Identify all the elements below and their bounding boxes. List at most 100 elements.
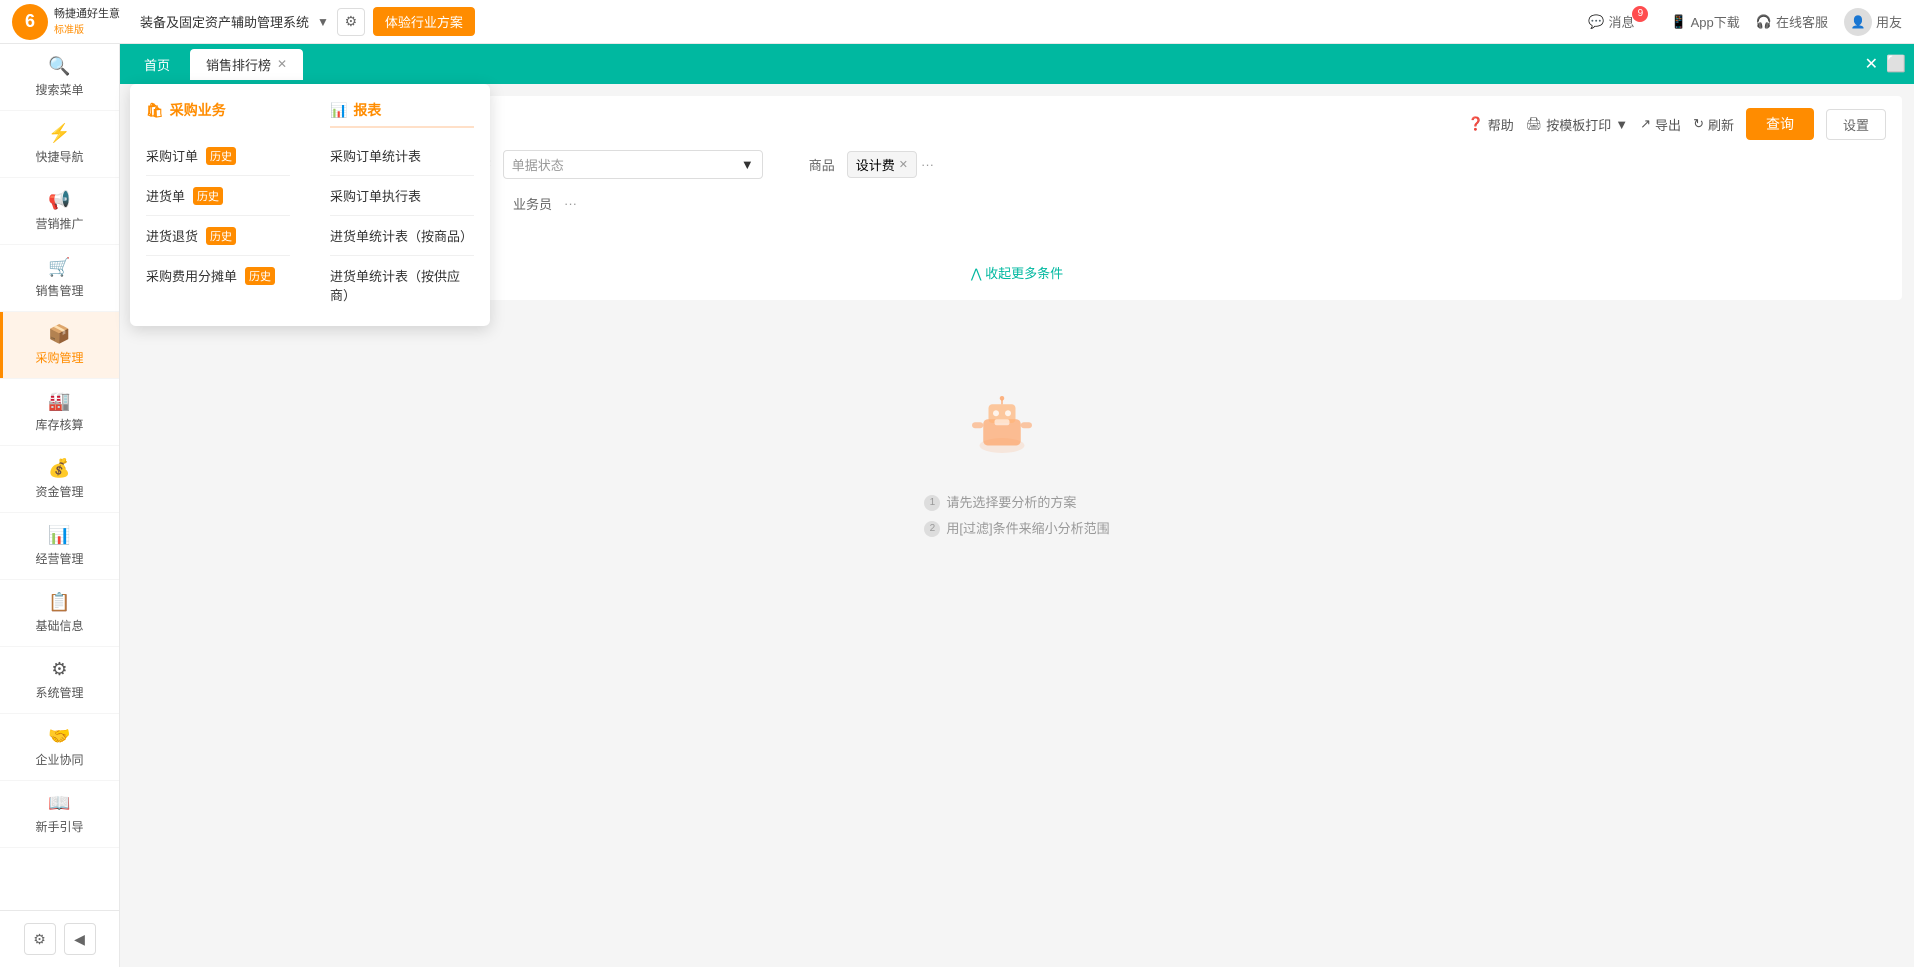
collapse-icon: ⋀ [971, 266, 982, 281]
help-btn[interactable]: ❓ 帮助 [1468, 115, 1514, 134]
app-download-item[interactable]: 📱 App下载 [1670, 12, 1739, 31]
system-title: 装备及固定资产辅助管理系统 [140, 12, 309, 31]
tab-expand-btn[interactable]: ⬜ [1886, 54, 1906, 74]
export-label: 导出 [1655, 115, 1681, 134]
message-icon: 💬 [1588, 14, 1604, 30]
menu-item-inbound-stats-goods-label: 进货单统计表（按商品） [330, 226, 473, 245]
toolbar-right: ❓ 帮助 🖨 按模板打印 ▼ ↗ 导出 ↻ [1468, 108, 1886, 140]
menu-item-inbound-stats-supplier[interactable]: 进货单统计表（按供应商） [330, 260, 474, 310]
sidebar-item-cooperation[interactable]: 🤝 企业协同 [0, 714, 119, 781]
user-item[interactable]: 👤 用友 [1844, 8, 1902, 36]
avatar: 👤 [1844, 8, 1872, 36]
status-placeholder: 单据状态 [512, 155, 737, 174]
menu-divider-1 [146, 215, 290, 216]
sidebar-label-sales: 销售管理 [35, 282, 83, 299]
export-icon: ↗ [1640, 116, 1651, 132]
refresh-label: 刷新 [1708, 115, 1734, 134]
purchase-icon: 📦 [48, 324, 70, 345]
menu-item-po-exec[interactable]: 采购订单执行表 [330, 180, 474, 211]
operation-icon: 📊 [48, 525, 70, 546]
dropdown-arrow-icon[interactable]: ▼ [317, 15, 329, 29]
goods-tag: 设计费 ✕ [847, 151, 917, 178]
purchase-menu-icon: 🛍 [146, 102, 164, 119]
goods-area: 设计费 ✕ ··· [847, 151, 1886, 178]
settings-bottom-btn[interactable]: ⚙ [24, 923, 56, 955]
user-label: 用友 [1876, 12, 1902, 31]
history-badge-3: 历史 [245, 267, 275, 285]
empty-hint-1: 1 请先选择要分析的方案 [924, 490, 1109, 516]
sidebar-item-system[interactable]: ⚙ 系统管理 [0, 647, 119, 714]
tab-home[interactable]: 首页 [128, 49, 186, 80]
print-label: 按模板打印 [1546, 115, 1611, 134]
menu-column-purchase-title: 🛍 采购业务 [146, 100, 290, 128]
gear-button[interactable]: ⚙ [337, 8, 365, 36]
help-label: 帮助 [1488, 115, 1514, 134]
hint-text-2: 用[过滤]条件来缩小分析范围 [946, 516, 1109, 542]
sidebar-item-purchase[interactable]: 📦 采购管理 [0, 312, 119, 379]
refresh-icon: ↻ [1693, 116, 1704, 132]
menu-item-inbound-return[interactable]: 进货退货 历史 [146, 220, 290, 251]
history-badge-2: 历史 [206, 227, 236, 245]
menu-divider-r0 [330, 175, 474, 176]
sidebar-label-marketing: 营销推广 [35, 215, 83, 232]
sidebar-item-basic-info[interactable]: 📋 基础信息 [0, 580, 119, 647]
tab-home-label: 首页 [144, 55, 170, 74]
menu-item-inbound[interactable]: 进货单 历史 [146, 180, 290, 211]
status-select[interactable]: 单据状态 ▼ [503, 150, 763, 179]
quick-nav-icon: ⚡ [48, 123, 70, 144]
menu-column-purchase: 🛍 采购业务 采购订单 历史 进货单 历史 进货退货 历史 采购费用分摊单 历史 [146, 100, 290, 310]
sidebar-item-marketing[interactable]: 📢 营销推广 [0, 178, 119, 245]
sidebar-item-inventory[interactable]: 🏭 库存核算 [0, 379, 119, 446]
sidebar: 🔍 搜索菜单 ⚡ 快捷导航 📢 营销推广 🛒 销售管理 📦 采购管理 🏭 库存核… [0, 44, 120, 967]
online-service-item[interactable]: 🎧 在线客服 [1756, 12, 1828, 31]
app-download-label: App下载 [1691, 12, 1740, 31]
menu-column-report-title: 📊 报表 [330, 100, 474, 128]
sidebar-label-purchase: 采购管理 [35, 349, 83, 366]
collapse-sidebar-btn[interactable]: ◀ [64, 923, 96, 955]
top-header: 6 畅捷通好生意 标准版 装备及固定资产辅助管理系统 ▼ ⚙ 体验行业方案 💬 … [0, 0, 1914, 44]
tab-close-btn[interactable]: ✕ [1865, 54, 1878, 74]
tab-bar: 首页 销售排行榜 ✕ ✕ ⬜ [120, 44, 1914, 84]
message-item[interactable]: 💬 消息 9 [1588, 12, 1654, 31]
online-service-label: 在线客服 [1776, 12, 1828, 31]
menu-item-po-stats[interactable]: 采购订单统计表 [330, 140, 474, 171]
menu-item-purchase-expense[interactable]: 采购费用分摊单 历史 [146, 260, 290, 291]
headset-icon: 🎧 [1756, 14, 1772, 30]
sidebar-label-cooperation: 企业协同 [35, 751, 83, 768]
sidebar-label-inventory: 库存核算 [35, 416, 83, 433]
menu-item-purchase-order-label: 采购订单 [146, 146, 198, 165]
export-btn[interactable]: ↗ 导出 [1640, 115, 1681, 134]
menu-divider-2 [146, 255, 290, 256]
tab-close-icon[interactable]: ✕ [277, 57, 287, 71]
sidebar-item-guide[interactable]: 📖 新手引导 [0, 781, 119, 848]
salesperson-dots[interactable]: ··· [564, 196, 577, 211]
refresh-btn[interactable]: ↻ 刷新 [1693, 115, 1734, 134]
tab-sales-rank-label: 销售排行榜 [206, 55, 271, 74]
query-btn[interactable]: 查询 [1746, 108, 1814, 140]
print-icon: 🖨 [1526, 116, 1543, 132]
sidebar-item-operation[interactable]: 📊 经营管理 [0, 513, 119, 580]
sidebar-item-finance[interactable]: 💰 资金管理 [0, 446, 119, 513]
tab-sales-rank[interactable]: 销售排行榜 ✕ [190, 49, 303, 80]
sidebar-item-quick-nav[interactable]: ⚡ 快捷导航 [0, 111, 119, 178]
avatar-icon: 👤 [1851, 15, 1866, 29]
sidebar-item-sales[interactable]: 🛒 销售管理 [0, 245, 119, 312]
goods-more-dots[interactable]: ··· [921, 157, 934, 172]
history-badge-0: 历史 [206, 147, 236, 165]
finance-icon: 💰 [48, 458, 70, 479]
sidebar-label-finance: 资金管理 [35, 483, 83, 500]
gear-icon: ⚙ [345, 13, 358, 30]
menu-divider-r1 [330, 215, 474, 216]
goods-tag-close[interactable]: ✕ [899, 158, 908, 171]
status-dropdown-icon: ▼ [741, 157, 754, 172]
search-icon: 🔍 [48, 56, 70, 77]
sidebar-item-search[interactable]: 🔍 搜索菜单 [0, 44, 119, 111]
menu-item-purchase-order[interactable]: 采购订单 历史 [146, 140, 290, 171]
industry-btn[interactable]: 体验行业方案 [373, 7, 475, 36]
settings-btn[interactable]: 设置 [1826, 109, 1886, 140]
print-btn[interactable]: 🖨 按模板打印 ▼ [1526, 115, 1628, 134]
menu-item-inbound-stats-goods[interactable]: 进货单统计表（按商品） [330, 220, 474, 251]
cooperation-icon: 🤝 [48, 726, 70, 747]
logo-text: 畅捷通好生意 [54, 7, 120, 21]
sidebar-bottom: ⚙ ◀ [0, 910, 119, 967]
